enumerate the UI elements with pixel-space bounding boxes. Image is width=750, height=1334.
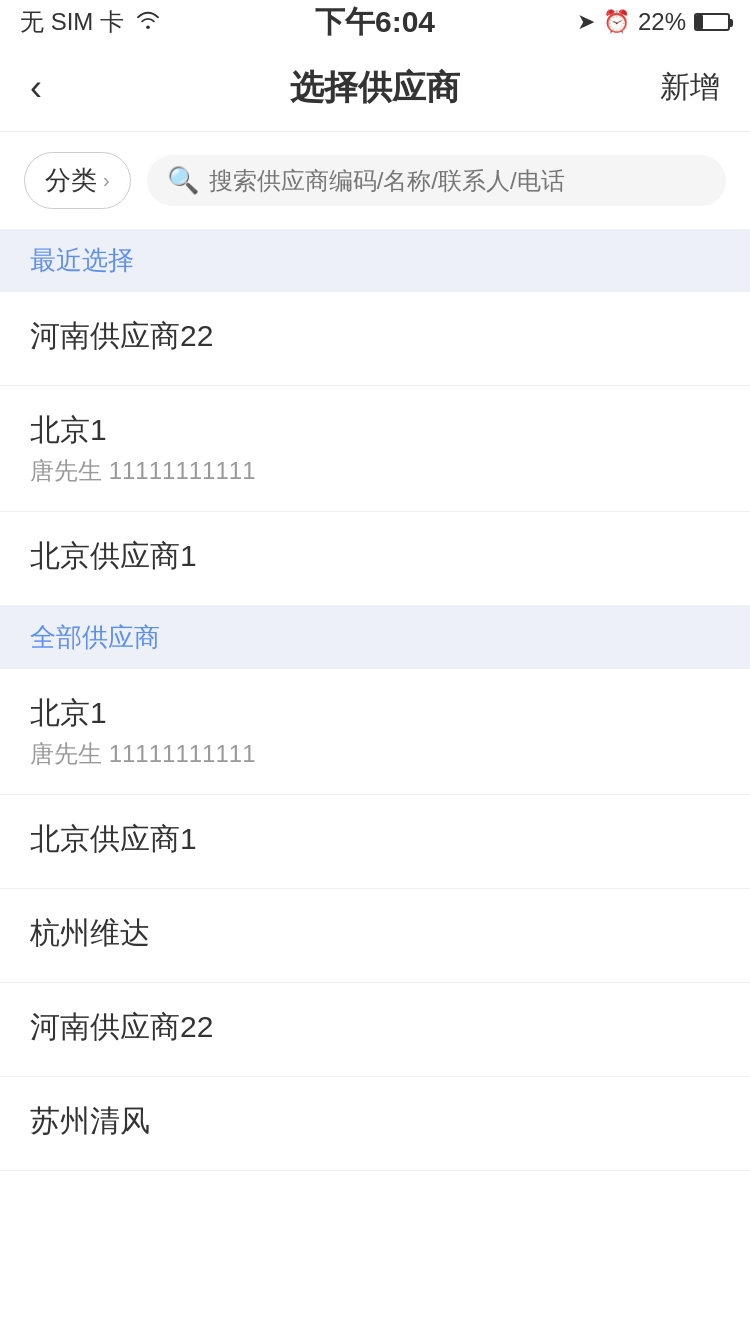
list-item[interactable]: 北京供应商1 [0, 512, 750, 606]
filter-bar: 分类 › 🔍 [0, 132, 750, 229]
category-label: 分类 [45, 163, 97, 198]
search-wrapper: 🔍 [147, 155, 726, 206]
recent-section-header: 最近选择 [0, 229, 750, 292]
item-name: 北京1 [30, 693, 720, 734]
status-time: 下午6:04 [315, 2, 435, 43]
all-section-header: 全部供应商 [0, 606, 750, 669]
item-name: 河南供应商22 [30, 1007, 720, 1048]
item-name: 杭州维达 [30, 913, 720, 954]
status-left: 无 SIM 卡 [20, 6, 162, 38]
wifi-icon [134, 8, 162, 36]
status-right: ➤ ⏰ 22% [577, 8, 730, 36]
item-name: 河南供应商22 [30, 316, 720, 357]
back-button[interactable]: ‹ [30, 67, 90, 109]
list-item[interactable]: 杭州维达 [0, 889, 750, 983]
list-item[interactable]: 河南供应商22 [0, 983, 750, 1077]
item-name: 北京1 [30, 410, 720, 451]
list-item[interactable]: 北京1 唐先生 11111111111 [0, 669, 750, 795]
item-name: 北京供应商1 [30, 819, 720, 860]
recent-items-list: 河南供应商22 北京1 唐先生 11111111111 北京供应商1 [0, 292, 750, 606]
battery-icon [694, 13, 730, 31]
location-icon: ➤ [577, 9, 595, 35]
page-title: 选择供应商 [290, 65, 460, 111]
carrier-label: 无 SIM 卡 [20, 6, 124, 38]
battery-label: 22% [638, 8, 686, 36]
status-bar: 无 SIM 卡 下午6:04 ➤ ⏰ 22% [0, 0, 750, 44]
list-item[interactable]: 河南供应商22 [0, 292, 750, 386]
all-items-list: 北京1 唐先生 11111111111 北京供应商1 杭州维达河南供应商22 苏州清风 [0, 669, 750, 1171]
add-button[interactable]: 新增 [660, 67, 720, 108]
search-input[interactable] [209, 167, 706, 195]
list-item[interactable]: 北京供应商1 [0, 795, 750, 889]
item-name: 苏州清风 [30, 1101, 720, 1142]
alarm-icon: ⏰ [603, 9, 630, 35]
nav-bar: ‹ 选择供应商 新增 [0, 44, 750, 132]
item-name: 北京供应商1 [30, 536, 720, 577]
list-item[interactable]: 北京1 唐先生 11111111111 [0, 386, 750, 512]
list-item[interactable]: 苏州清风 [0, 1077, 750, 1171]
item-sub: 唐先生 11111111111 [30, 455, 720, 487]
category-filter-button[interactable]: 分类 › [24, 152, 131, 209]
chevron-right-icon: › [103, 169, 110, 192]
search-icon: 🔍 [167, 165, 199, 196]
item-sub: 唐先生 11111111111 [30, 738, 720, 770]
